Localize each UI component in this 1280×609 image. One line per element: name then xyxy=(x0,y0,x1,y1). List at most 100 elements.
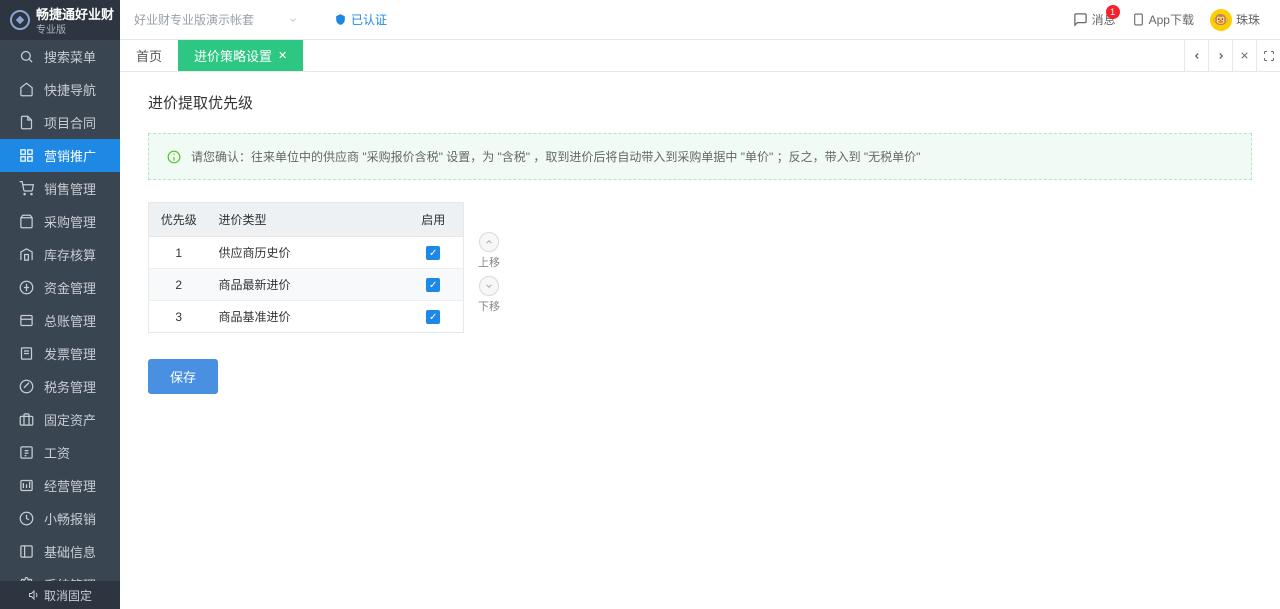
cell-priority: 3 xyxy=(149,301,209,333)
col-enabled: 启用 xyxy=(404,203,464,237)
sidebar-item-13[interactable]: 经营管理 xyxy=(0,469,120,502)
download-button[interactable]: App下载 xyxy=(1132,11,1194,28)
money-icon xyxy=(18,280,34,296)
sidebar-pin-toggle[interactable]: 取消固定 xyxy=(0,581,120,609)
contract-icon xyxy=(18,115,34,131)
checkbox-checked-icon[interactable]: ✓ xyxy=(426,278,440,292)
tab-label: 进价策略设置 xyxy=(194,46,272,65)
cell-priority: 1 xyxy=(149,237,209,269)
sidebar-footer-label: 取消固定 xyxy=(44,587,92,604)
verified-badge: 已认证 xyxy=(334,11,387,28)
cell-enabled: ✓ xyxy=(404,237,464,269)
cell-enabled: ✓ xyxy=(404,301,464,333)
basket-icon xyxy=(18,214,34,230)
cart-icon xyxy=(18,181,34,197)
org-name: 好业财专业版演示帐套 xyxy=(134,11,254,28)
avatar-icon: 🐵 xyxy=(1210,9,1232,31)
sidebar-item-6[interactable]: 库存核算 xyxy=(0,238,120,271)
tax-icon xyxy=(18,379,34,395)
phone-icon xyxy=(1132,12,1145,27)
sidebar-item-4[interactable]: 销售管理 xyxy=(0,172,120,205)
sidebar-item-label: 库存核算 xyxy=(44,245,96,264)
alert-box: 请您确认：往来单位中的供应商 "采购报价含税" 设置，为 "含税" ，取到进价后… xyxy=(148,133,1252,180)
move-up-label: 上移 xyxy=(478,254,500,270)
content: 进价提取优先级 请您确认：往来单位中的供应商 "采购报价含税" 设置，为 "含税… xyxy=(120,72,1280,609)
sidebar-item-label: 采购管理 xyxy=(44,212,96,231)
messages-button[interactable]: 消息 1 xyxy=(1073,11,1116,28)
tab-close-icon[interactable]: ✕ xyxy=(278,49,287,62)
sidebar-item-label: 资金管理 xyxy=(44,278,96,297)
sidebar-menu: 搜索菜单快捷导航项目合同营销推广销售管理采购管理库存核算资金管理总账管理发票管理… xyxy=(0,40,120,581)
move-down-label: 下移 xyxy=(478,298,500,314)
sound-icon xyxy=(28,589,40,601)
move-up-button[interactable]: 上移 xyxy=(478,232,500,270)
move-controls: 上移 下移 xyxy=(478,202,500,314)
sidebar-item-label: 搜索菜单 xyxy=(44,47,96,66)
chevron-up-icon xyxy=(479,232,499,252)
megaphone-icon xyxy=(18,148,34,164)
tab-prev-button[interactable] xyxy=(1184,40,1208,72)
table-row[interactable]: 2商品最新进价 ✓ xyxy=(149,269,464,301)
chevron-down-icon xyxy=(479,276,499,296)
cell-type: 商品基准进价 xyxy=(209,301,404,333)
cell-priority: 2 xyxy=(149,269,209,301)
reimburse-icon xyxy=(18,511,34,527)
topbar-right: 消息 1 App下载 🐵 珠珠 xyxy=(1073,9,1280,31)
sidebar-item-label: 税务管理 xyxy=(44,377,96,396)
sidebar-item-label: 项目合同 xyxy=(44,113,96,132)
move-down-button[interactable]: 下移 xyxy=(478,276,500,314)
sidebar-item-3[interactable]: 营销推广 xyxy=(0,139,120,172)
sidebar-item-5[interactable]: 采购管理 xyxy=(0,205,120,238)
topbar: 好业财专业版演示帐套 已认证 消息 1 App下载 🐵 珠珠 xyxy=(120,0,1280,40)
sidebar-item-9[interactable]: 发票管理 xyxy=(0,337,120,370)
sidebar-item-1[interactable]: 快捷导航 xyxy=(0,73,120,106)
sidebar-item-10[interactable]: 税务管理 xyxy=(0,370,120,403)
cell-enabled: ✓ xyxy=(404,269,464,301)
sidebar-item-11[interactable]: 固定资产 xyxy=(0,403,120,436)
messages-badge: 1 xyxy=(1106,5,1120,19)
fullscreen-button[interactable] xyxy=(1256,40,1280,72)
sidebar-item-label: 总账管理 xyxy=(44,311,96,330)
tab-next-button[interactable] xyxy=(1208,40,1232,72)
verified-label: 已认证 xyxy=(351,11,387,28)
info-icon xyxy=(167,150,181,164)
shield-icon xyxy=(334,13,347,26)
username: 珠珠 xyxy=(1236,11,1260,28)
table-row[interactable]: 1供应商历史价 ✓ xyxy=(149,237,464,269)
sidebar-item-16[interactable]: 系统管理 xyxy=(0,568,120,581)
brand-edition: 专业版 xyxy=(36,21,114,36)
sidebar-item-12[interactable]: 工资 xyxy=(0,436,120,469)
checkbox-checked-icon[interactable]: ✓ xyxy=(426,310,440,324)
sidebar-item-8[interactable]: 总账管理 xyxy=(0,304,120,337)
sidebar-item-label: 工资 xyxy=(44,443,70,462)
cell-type: 供应商历史价 xyxy=(209,237,404,269)
page-title: 进价提取优先级 xyxy=(148,92,1252,113)
sidebar-item-7[interactable]: 资金管理 xyxy=(0,271,120,304)
sidebar-item-label: 销售管理 xyxy=(44,179,96,198)
tab-1[interactable]: 进价策略设置 ✕ xyxy=(178,40,303,71)
cell-type: 商品最新进价 xyxy=(209,269,404,301)
alert-text: 请您确认：往来单位中的供应商 "采购报价含税" 设置，为 "含税" ，取到进价后… xyxy=(191,148,920,165)
checkbox-checked-icon[interactable]: ✓ xyxy=(426,246,440,260)
tab-close-all-button[interactable] xyxy=(1232,40,1256,72)
sidebar-item-2[interactable]: 项目合同 xyxy=(0,106,120,139)
asset-icon xyxy=(18,412,34,428)
org-selector[interactable]: 好业财专业版演示帐套 xyxy=(120,11,310,28)
save-button[interactable]: 保存 xyxy=(148,359,218,394)
search-icon xyxy=(18,49,34,65)
tab-0[interactable]: 首页 xyxy=(120,40,178,71)
sidebar-item-15[interactable]: 基础信息 xyxy=(0,535,120,568)
sidebar-item-label: 经营管理 xyxy=(44,476,96,495)
warehouse-icon xyxy=(18,247,34,263)
tab-controls xyxy=(1184,40,1280,71)
sidebar-item-label: 固定资产 xyxy=(44,410,96,429)
sidebar-item-label: 基础信息 xyxy=(44,542,96,561)
user-menu[interactable]: 🐵 珠珠 xyxy=(1210,9,1260,31)
sidebar-item-14[interactable]: 小畅报销 xyxy=(0,502,120,535)
invoice-icon xyxy=(18,346,34,362)
table-wrap: 优先级 进价类型 启用 1供应商历史价✓2商品最新进价✓3商品基准进价✓ 上移 … xyxy=(148,202,1252,333)
sidebar-item-0[interactable]: 搜索菜单 xyxy=(0,40,120,73)
table-row[interactable]: 3商品基准进价 ✓ xyxy=(149,301,464,333)
settings-icon xyxy=(18,544,34,560)
sidebar-item-label: 小畅报销 xyxy=(44,509,96,528)
